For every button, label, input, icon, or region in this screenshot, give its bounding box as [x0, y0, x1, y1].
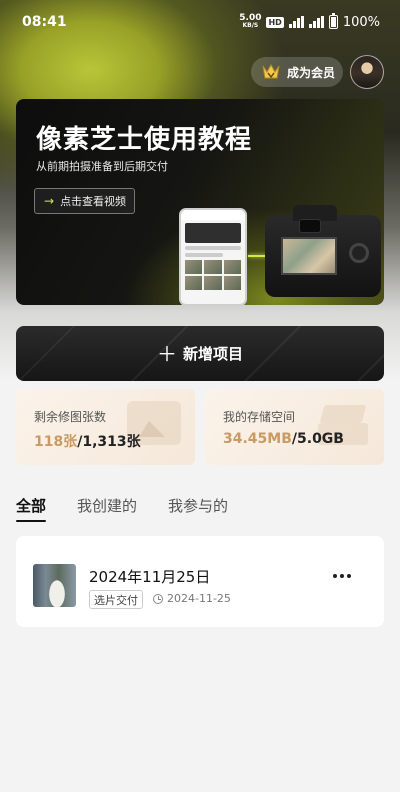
retouch-quota-card[interactable]: 剩余修图张数 118张/1,313张: [16, 389, 195, 465]
project-date-text: 2024-11-25: [167, 592, 231, 605]
battery-percent: 100%: [342, 14, 380, 30]
avatar[interactable]: [350, 55, 384, 89]
watch-video-label: 点击查看视频: [60, 195, 127, 208]
tab-all[interactable]: 全部: [16, 495, 47, 522]
add-project-label: 新增项目: [182, 345, 243, 363]
tutorial-banner[interactable]: 像素芝士使用教程 从前期拍摄准备到后期交付 → 点击查看视频: [16, 99, 384, 305]
project-title: 2024年11月25日: [89, 568, 211, 586]
retouch-quota-value: 118张/1,313张: [34, 434, 141, 450]
project-thumbnail: [33, 564, 76, 607]
become-member-button[interactable]: 成为会员: [251, 57, 343, 87]
banner-subtitle: 从前期拍摄准备到后期交付: [36, 160, 168, 173]
storage-value: 34.45MB/5.0GB: [223, 431, 344, 447]
project-filter-tabs: 全部 我创建的 我参与的: [16, 495, 228, 522]
watch-video-button[interactable]: → 点击查看视频: [34, 188, 135, 214]
signal-5g-icon: [288, 16, 304, 28]
hd-badge: HD: [266, 16, 284, 28]
status-time: 08:41: [22, 14, 67, 30]
add-project-button[interactable]: ＋ 新增项目: [16, 326, 384, 381]
project-card[interactable]: 2024年11月25日 选片交付 2024-11-25: [16, 536, 384, 627]
storage-label: 我的存储空间: [223, 410, 296, 424]
more-options-icon[interactable]: [333, 574, 351, 578]
banner-title: 像素芝士使用教程: [36, 125, 253, 155]
tab-created-by-me[interactable]: 我创建的: [77, 495, 137, 522]
phone-illustration: [179, 208, 247, 305]
crown-icon: [262, 63, 280, 79]
clock-icon: [153, 593, 163, 604]
plus-icon: ＋: [156, 341, 177, 366]
project-type-tag: 选片交付: [89, 590, 143, 609]
status-bar: 08:41 5.00 KB/S HD 100%: [0, 0, 400, 44]
arrow-right-icon: →: [44, 194, 55, 208]
project-date: 2024-11-25: [153, 592, 231, 605]
battery-icon: [328, 13, 338, 29]
storage-card[interactable]: 我的存储空间 34.45MB/5.0GB: [205, 389, 384, 465]
signal-4g-icon: [308, 16, 324, 28]
camera-illustration: [265, 205, 381, 297]
retouch-quota-label: 剩余修图张数: [34, 410, 107, 424]
status-icons: 5.00 KB/S HD 100%: [239, 13, 380, 30]
tab-participated[interactable]: 我参与的: [168, 495, 228, 522]
become-member-label: 成为会员: [287, 65, 336, 80]
network-speed: 5.00 KB/S: [239, 13, 262, 30]
